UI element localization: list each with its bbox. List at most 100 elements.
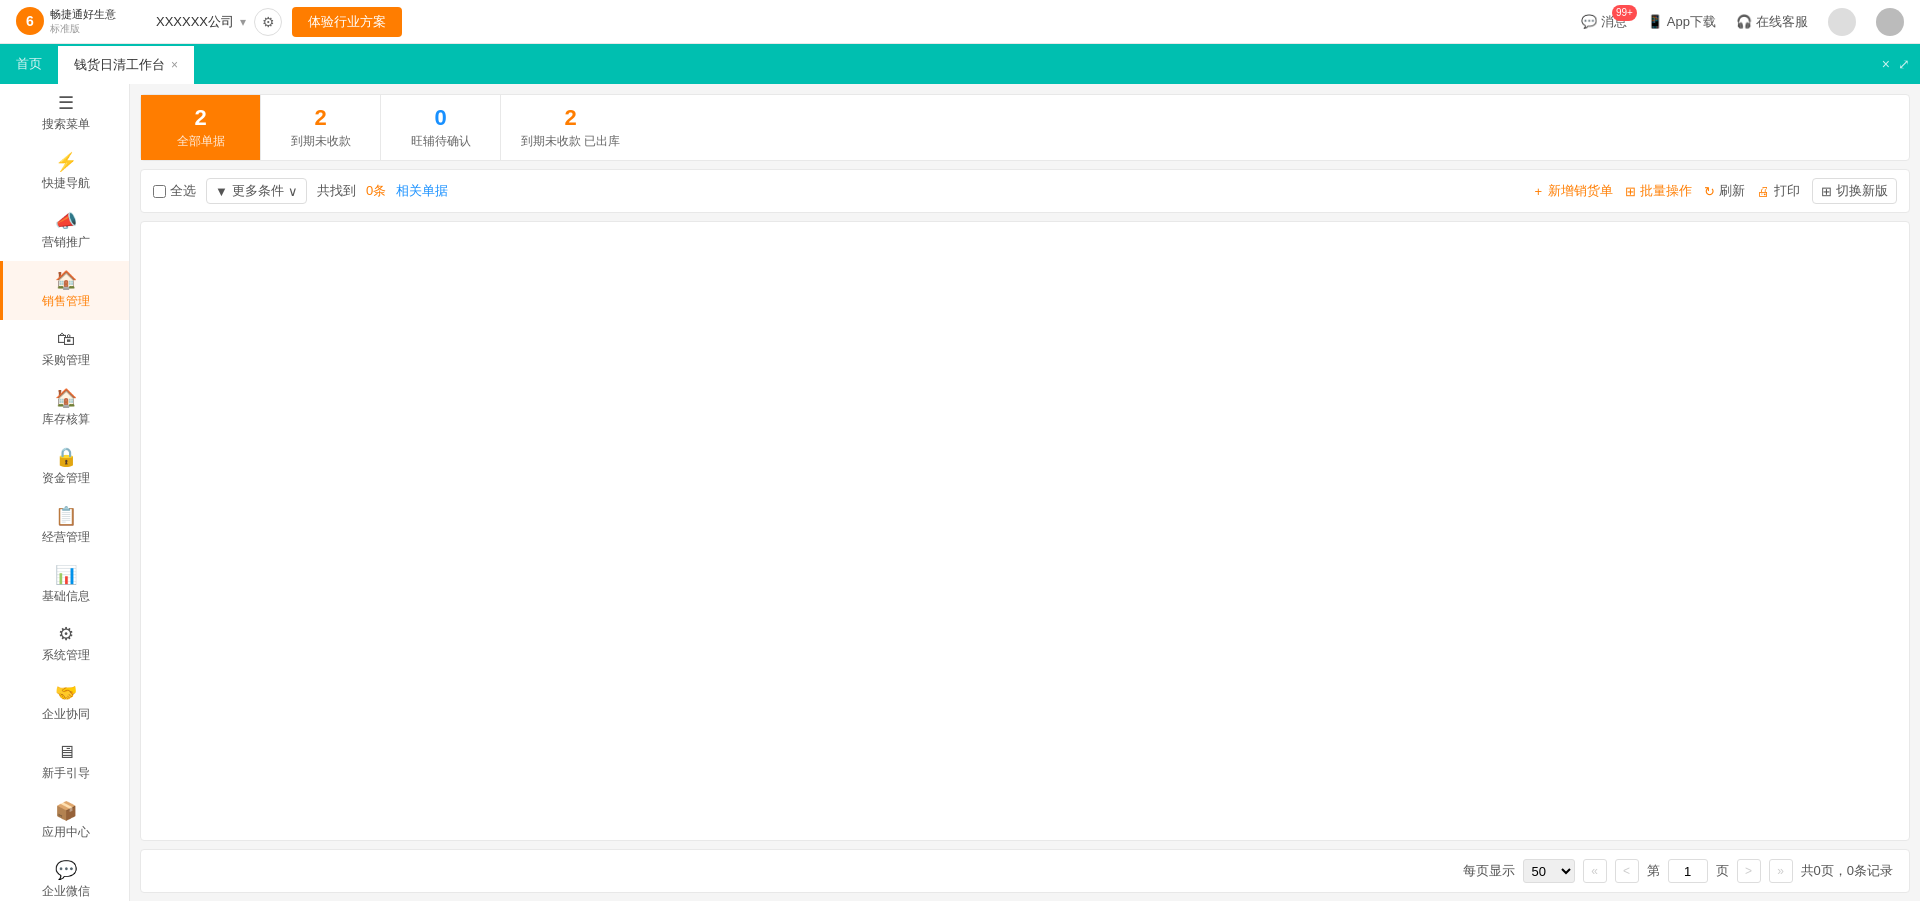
tab-bar: 首页 钱货日清工作台 × × ⤢ bbox=[0, 44, 1920, 84]
sales-icon: 🏠 bbox=[55, 271, 77, 289]
next-page-icon: > bbox=[1745, 864, 1752, 878]
stat-all-number: 2 bbox=[161, 105, 240, 131]
filter-button[interactable]: ▼ 更多条件 ∨ bbox=[206, 178, 307, 204]
online-service-label: 在线客服 bbox=[1756, 13, 1808, 31]
page-number-input[interactable] bbox=[1668, 859, 1708, 883]
sidebar-finance-label: 资金管理 bbox=[42, 470, 90, 487]
switch-new-version-button[interactable]: ⊞ 切换新版 bbox=[1812, 178, 1897, 204]
message-icon: 💬 bbox=[1581, 14, 1597, 29]
sidebar-item-app-center[interactable]: 📦 应用中心 bbox=[0, 792, 129, 851]
sidebar-app-center-label: 应用中心 bbox=[42, 824, 90, 841]
tab-close-icon[interactable]: × bbox=[171, 58, 178, 72]
tab-minimize-icon[interactable]: × bbox=[1882, 56, 1890, 72]
online-service-button[interactable]: 🎧 在线客服 bbox=[1736, 13, 1808, 31]
sidebar-item-system[interactable]: ⚙ 系统管理 bbox=[0, 615, 129, 674]
main-layout: ☰ 搜索菜单 ⚡ 快捷导航 📣 营销推广 🏠 销售管理 🛍 采购管理 🏠 库存核… bbox=[0, 84, 1920, 901]
table-area bbox=[140, 221, 1910, 841]
trial-button[interactable]: 体验行业方案 bbox=[292, 7, 402, 37]
avatar[interactable] bbox=[1828, 8, 1856, 36]
found-count: 0条 bbox=[366, 182, 386, 200]
refresh-button[interactable]: ↻ 刷新 bbox=[1704, 182, 1745, 200]
prev-page-button[interactable]: < bbox=[1615, 859, 1639, 883]
top-header: 6 畅捷通好生意 标准版 XXXXXX公司 ▾ ⚙ 体验行业方案 💬 消息 99… bbox=[0, 0, 1920, 44]
switch-label: 切换新版 bbox=[1836, 182, 1888, 200]
logo-line1: 畅捷通好生意 bbox=[50, 7, 116, 21]
message-button[interactable]: 💬 消息 99 bbox=[1581, 13, 1627, 31]
message-badge: 99 bbox=[1612, 5, 1637, 21]
sidebar-item-purchase[interactable]: 🛍 采购管理 bbox=[0, 320, 129, 379]
tab-home-label: 首页 bbox=[16, 55, 42, 73]
last-page-button[interactable]: » bbox=[1769, 859, 1793, 883]
sidebar-item-guide[interactable]: 🖥 新手引导 bbox=[0, 733, 129, 792]
sidebar-item-wechat[interactable]: 💬 企业微信 bbox=[0, 851, 129, 901]
add-btn-label: 新增销货单 bbox=[1548, 182, 1613, 200]
tab-workbench-label: 钱货日清工作台 bbox=[74, 56, 165, 74]
sidebar-sales-label: 销售管理 bbox=[42, 293, 90, 310]
select-all-checkbox[interactable]: 全选 bbox=[153, 182, 196, 200]
stat-overdue-shipped-label: 到期未收款 已出库 bbox=[521, 133, 620, 150]
logo-icon: 6 bbox=[16, 7, 44, 35]
sidebar-operations-label: 经营管理 bbox=[42, 529, 90, 546]
refresh-icon: ↻ bbox=[1704, 184, 1715, 199]
app-download-button[interactable]: 📱 App下载 bbox=[1647, 13, 1716, 31]
sidebar-item-inventory[interactable]: 🏠 库存核算 bbox=[0, 379, 129, 438]
sidebar-item-enterprise[interactable]: 🤝 企业协同 bbox=[0, 674, 129, 733]
batch-operations-button[interactable]: ⊞ 批量操作 bbox=[1625, 182, 1692, 200]
stat-tab-overdue[interactable]: 2 到期未收款 bbox=[261, 95, 381, 160]
next-page-button[interactable]: > bbox=[1737, 859, 1761, 883]
sidebar-purchase-label: 采购管理 bbox=[42, 352, 90, 369]
add-icon: + bbox=[1534, 184, 1542, 199]
sidebar-marketing-label: 营销推广 bbox=[42, 234, 90, 251]
header-right: 💬 消息 99 📱 App下载 🎧 在线客服 bbox=[1581, 8, 1904, 36]
sidebar-item-quick-nav[interactable]: ⚡ 快捷导航 bbox=[0, 143, 129, 202]
print-button[interactable]: 🖨 打印 bbox=[1757, 182, 1800, 200]
select-all-label: 全选 bbox=[170, 182, 196, 200]
filter-chevron-icon: ∨ bbox=[288, 184, 298, 199]
finance-icon: 🔒 bbox=[55, 448, 77, 466]
content-area: 2 全部单据 2 到期未收款 0 旺辅待确认 2 到期未收款 已出库 全选 bbox=[130, 84, 1920, 901]
sidebar-system-label: 系统管理 bbox=[42, 647, 90, 664]
page-label: 第 bbox=[1647, 862, 1660, 880]
sidebar-item-marketing[interactable]: 📣 营销推广 bbox=[0, 202, 129, 261]
tab-restore-icon[interactable]: ⤢ bbox=[1898, 56, 1910, 72]
stats-tabs: 2 全部单据 2 到期未收款 0 旺辅待确认 2 到期未收款 已出库 bbox=[140, 94, 1910, 161]
settings-button[interactable]: ⚙ bbox=[254, 8, 282, 36]
sidebar-wechat-label: 企业微信 bbox=[42, 883, 90, 900]
sidebar-enterprise-label: 企业协同 bbox=[42, 706, 90, 723]
stat-all-label: 全部单据 bbox=[161, 133, 240, 150]
last-page-icon: » bbox=[1777, 864, 1784, 878]
total-records-label: 共0页，0条记录 bbox=[1801, 862, 1893, 880]
batch-icon: ⊞ bbox=[1625, 184, 1636, 199]
sidebar-item-finance[interactable]: 🔒 资金管理 bbox=[0, 438, 129, 497]
toolbar-right: + 新增销货单 ⊞ 批量操作 ↻ 刷新 🖨 打印 ⊞ 切换新版 bbox=[1534, 178, 1897, 204]
found-prefix: 共找到 bbox=[317, 182, 356, 200]
related-orders-link[interactable]: 相关单据 bbox=[396, 182, 448, 200]
company-name: XXXXXX公司 bbox=[156, 13, 234, 31]
batch-label: 批量操作 bbox=[1640, 182, 1692, 200]
stat-tab-wangwang[interactable]: 0 旺辅待确认 bbox=[381, 95, 501, 160]
enterprise-icon: 🤝 bbox=[55, 684, 77, 702]
sidebar-item-search-menu[interactable]: ☰ 搜索菜单 bbox=[0, 84, 129, 143]
tab-home[interactable]: 首页 bbox=[0, 44, 58, 84]
marketing-icon: 📣 bbox=[55, 212, 77, 230]
avatar-2[interactable] bbox=[1876, 8, 1904, 36]
select-all-input[interactable] bbox=[153, 185, 166, 198]
gear-icon: ⚙ bbox=[262, 14, 275, 30]
app-icon: 📱 bbox=[1647, 14, 1663, 29]
sidebar-item-sales[interactable]: 🏠 销售管理 bbox=[0, 261, 129, 320]
operations-icon: 📋 bbox=[55, 507, 77, 525]
sidebar-item-operations[interactable]: 📋 经营管理 bbox=[0, 497, 129, 556]
sidebar-item-basic-info[interactable]: 📊 基础信息 bbox=[0, 556, 129, 615]
per-page-select[interactable]: 10 20 50 100 bbox=[1523, 859, 1575, 883]
basic-info-icon: 📊 bbox=[55, 566, 77, 584]
first-page-button[interactable]: « bbox=[1583, 859, 1607, 883]
tab-workbench[interactable]: 钱货日清工作台 × bbox=[58, 44, 194, 84]
stat-tab-overdue-shipped[interactable]: 2 到期未收款 已出库 bbox=[501, 95, 640, 160]
stat-overdue-label: 到期未收款 bbox=[281, 133, 360, 150]
toolbar: 全选 ▼ 更多条件 ∨ 共找到 0条 相关单据 + 新增销货单 ⊞ 批量操作 bbox=[140, 169, 1910, 213]
stat-tab-all[interactable]: 2 全部单据 bbox=[141, 95, 261, 160]
logo-area: 6 畅捷通好生意 标准版 bbox=[16, 7, 146, 35]
company-selector[interactable]: XXXXXX公司 ▾ bbox=[156, 13, 246, 31]
add-sales-order-button[interactable]: + 新增销货单 bbox=[1534, 182, 1613, 200]
system-icon: ⚙ bbox=[58, 625, 74, 643]
